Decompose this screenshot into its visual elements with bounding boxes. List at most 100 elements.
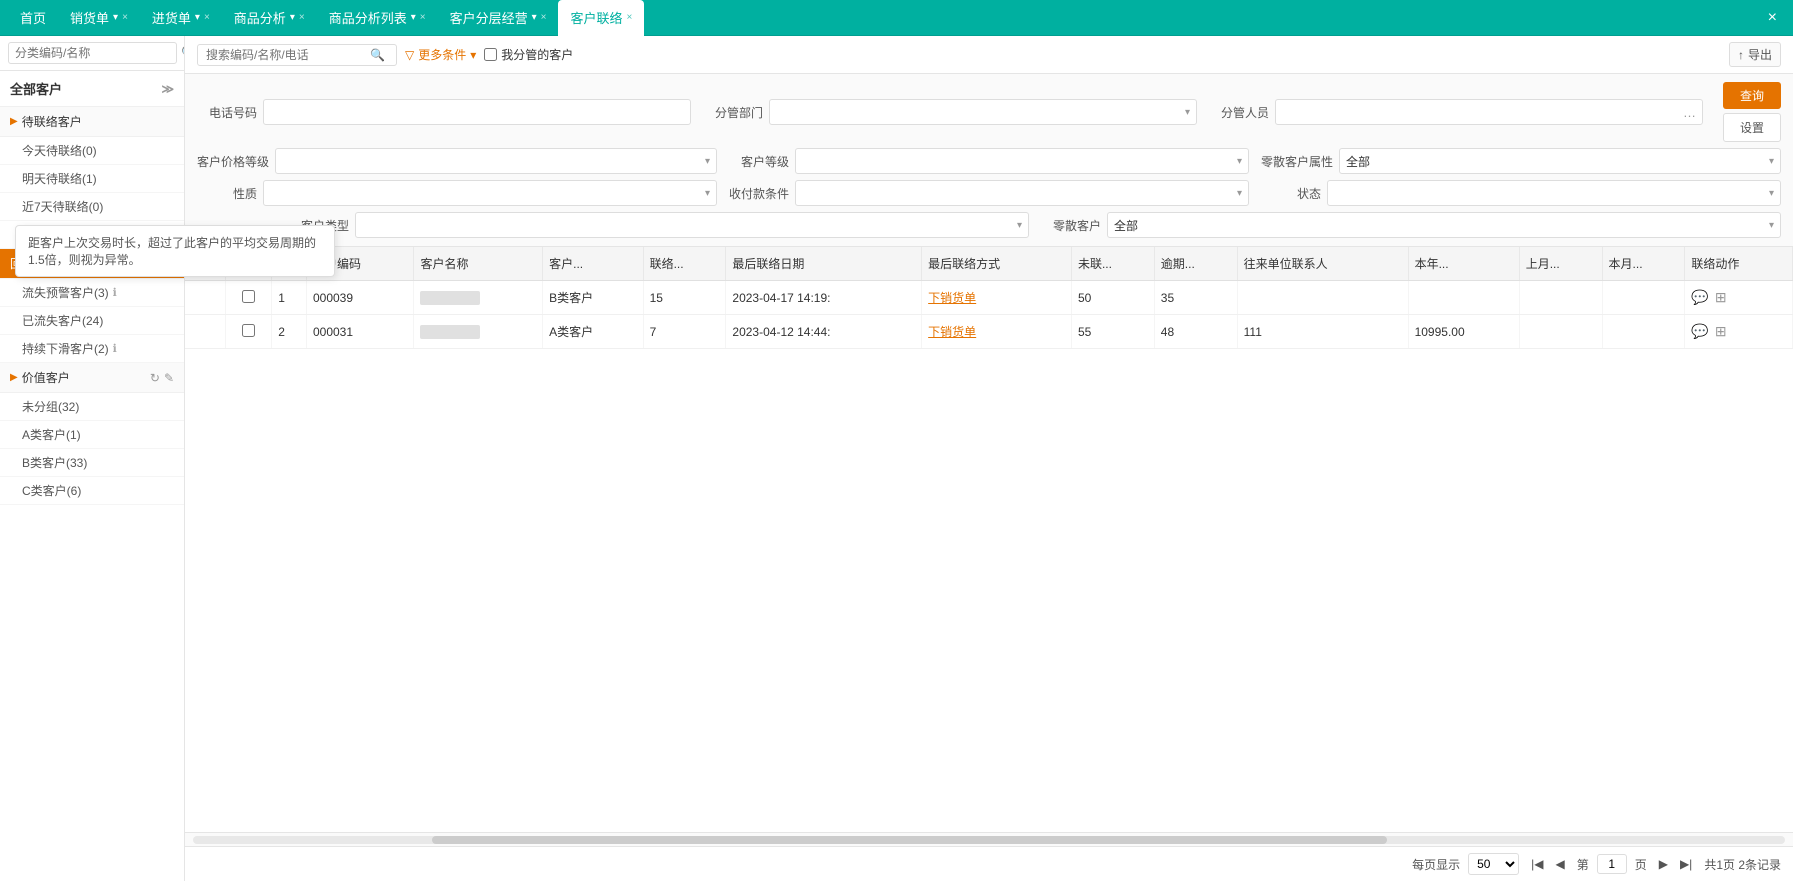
row2-level: A类客户 [543,315,643,349]
per-page-label: 每页显示 [1412,856,1460,873]
page-first-btn[interactable]: |◀ [1527,855,1547,873]
filter-label-price-level: 客户价格等级 [197,153,269,170]
filter-select-price-level[interactable]: ▾ [275,148,717,174]
filter-search-icon[interactable]: 🔍 [370,48,385,62]
tab-product-analysis-close[interactable]: × [299,12,305,23]
sidebar-item-loss-warning[interactable]: 流失预警客户(3) ℹ [0,279,184,307]
total-info: 共1页 2条记录 [1704,856,1781,873]
sidebar-item-lost[interactable]: 已流失客户(24) [0,307,184,335]
query-btn[interactable]: 查询 [1723,82,1781,109]
page-prev-btn[interactable]: ◀ [1551,855,1568,873]
filter-select-cust-level[interactable]: ▾ [795,148,1249,174]
export-icon: ↑ [1738,48,1744,62]
page-next-btn[interactable]: ▶ [1655,855,1672,873]
page-nav: |◀ ◀ 第 页 ▶ ▶| [1527,854,1696,875]
page-input[interactable] [1597,854,1627,874]
tab-customer-layered-close[interactable]: × [541,12,547,23]
filter-select-scatter-attr[interactable]: 全部 ▾ [1339,148,1781,174]
row1-method-link[interactable]: 下销货单 [928,291,976,305]
row1-name [414,281,543,315]
filter-select-status[interactable]: ▾ [1327,180,1781,206]
filter-select-nature[interactable]: ▾ [263,180,717,206]
tab-customer-contact-close[interactable]: × [626,12,632,23]
tab-home[interactable]: 首页 [8,0,58,36]
my-customers-check[interactable]: 我分管的客户 [484,46,573,63]
window-close-icon[interactable]: × [1760,9,1785,27]
top-nav: 首页 销货单 ▾ × 进货单 ▾ × 商品分析 ▾ × 商品分析列表 ▾ × 客… [0,0,1793,36]
tab-sales-close[interactable]: × [122,12,128,23]
export-btn[interactable]: ↑ 导出 [1729,42,1781,67]
page-last-btn[interactable]: ▶| [1676,855,1696,873]
tab-product-analysis-list[interactable]: 商品分析列表 ▾ × [317,0,438,36]
row2-last-method: 下销货单 [922,315,1072,349]
sidebar-all-customers[interactable]: 全部客户 ≫ [0,71,184,107]
sidebar-item-class-a[interactable]: A类客户(1) [0,421,184,449]
filter-select-person[interactable]: … [1275,99,1703,125]
row1-level: B类客户 [543,281,643,315]
tab-customer-contact[interactable]: 客户联络 × [558,0,644,36]
set-btn[interactable]: 设置 [1723,113,1781,142]
h-scroll-thumb[interactable] [432,836,1387,844]
my-customers-checkbox[interactable] [484,48,497,61]
sidebar-item-today[interactable]: 今天待联络(0) [0,137,184,165]
sidebar-item-declining[interactable]: 持续下滑客户(2) ℹ [0,335,184,363]
page-unit: 页 [1631,854,1651,875]
row2-select-checkbox[interactable] [242,324,255,337]
row2-action-icons: 💬 ⊞ [1691,323,1786,340]
row2-this-month [1602,315,1685,349]
row1-more-icon[interactable]: ⊞ [1715,289,1727,306]
filter-cell-price-level: 客户价格等级 ▾ [197,148,717,174]
filter-cell-phone: 电话号码 [197,99,691,125]
row2-more-icon[interactable]: ⊞ [1715,323,1727,340]
more-conditions-btn[interactable]: ▽ 更多条件 ▾ [405,46,476,63]
tab-product-analysis-arrow: ▾ [290,12,295,23]
sidebar-item-class-c[interactable]: C类客户(6) [0,477,184,505]
row2-checkbox [226,315,272,349]
filter-input-phone[interactable] [263,99,691,125]
tab-sales[interactable]: 销货单 ▾ × [58,0,140,36]
tab-purchase-close[interactable]: × [204,12,210,23]
tab-product-analysis[interactable]: 商品分析 ▾ × [222,0,317,36]
filter-row-2: 客户价格等级 ▾ 客户等级 ▾ 零散客户属性 全部 [197,148,1781,174]
row2-overdue: 48 [1154,315,1237,349]
row1-checkbox [226,281,272,315]
per-page-select[interactable]: 50 100 200 [1468,853,1519,875]
row2-empty [185,315,226,349]
value-group-refresh-icon[interactable]: ↻ [150,371,160,385]
row1-action: 💬 ⊞ [1685,281,1793,315]
table-row: 1 000039 B类客户 15 2023-04-17 14:19: 下销货单 … [185,281,1793,315]
sidebar-search-input[interactable] [8,42,177,64]
row1-empty [185,281,226,315]
sidebar-group-value-title[interactable]: ▶ 价值客户 ↻ ✎ [0,363,184,393]
sidebar-group-pending-title[interactable]: ▶ 待联络客户 [0,107,184,137]
tab-product-list-close[interactable]: × [420,12,426,23]
tooltip-box: 距客户上次交易时长，超过了此客户的平均交易周期的1.5倍，则视为异常。 [15,225,335,277]
th-last-month: 上月... [1519,247,1602,281]
row1-select-checkbox[interactable] [242,290,255,303]
filter-label-cust-level: 客户等级 [729,153,789,170]
tab-customer-layered-arrow: ▾ [532,12,537,23]
tab-purchase[interactable]: 进货单 ▾ × [140,0,222,36]
person-more-btn[interactable]: … [1683,105,1696,120]
filter-search-input[interactable] [206,48,366,62]
sidebar-item-ungroup[interactable]: 未分组(32) [0,393,184,421]
filter-select-payment[interactable]: ▾ [795,180,1249,206]
row2-message-icon[interactable]: 💬 [1691,323,1708,340]
th-last-date: 最后联络日期 [726,247,922,281]
filter-cell-status: 状态 ▾ [1261,180,1781,206]
value-group-edit-icon[interactable]: ✎ [164,371,174,385]
sidebar-item-tomorrow[interactable]: 明天待联络(1) [0,165,184,193]
th-contact: 联络... [643,247,726,281]
filter-label-scatter-attr: 零散客户属性 [1261,153,1333,170]
sidebar-item-7days[interactable]: 近7天待联络(0) [0,193,184,221]
row1-message-icon[interactable]: 💬 [1691,289,1708,306]
filter-select-dept[interactable]: ▾ [769,99,1197,125]
row2-method-link[interactable]: 下销货单 [928,325,976,339]
h-scroll-area [185,832,1793,846]
tab-customer-layered[interactable]: 客户分层经营 ▾ × [438,0,559,36]
sidebar-collapse-btn[interactable]: ≫ [161,82,174,96]
sidebar-item-class-b[interactable]: B类客户(33) [0,449,184,477]
filter-select-cust-type[interactable]: ▾ [355,212,1029,238]
filter-select-scatter-cust[interactable]: 全部 ▾ [1107,212,1781,238]
th-name: 客户名称 [414,247,543,281]
